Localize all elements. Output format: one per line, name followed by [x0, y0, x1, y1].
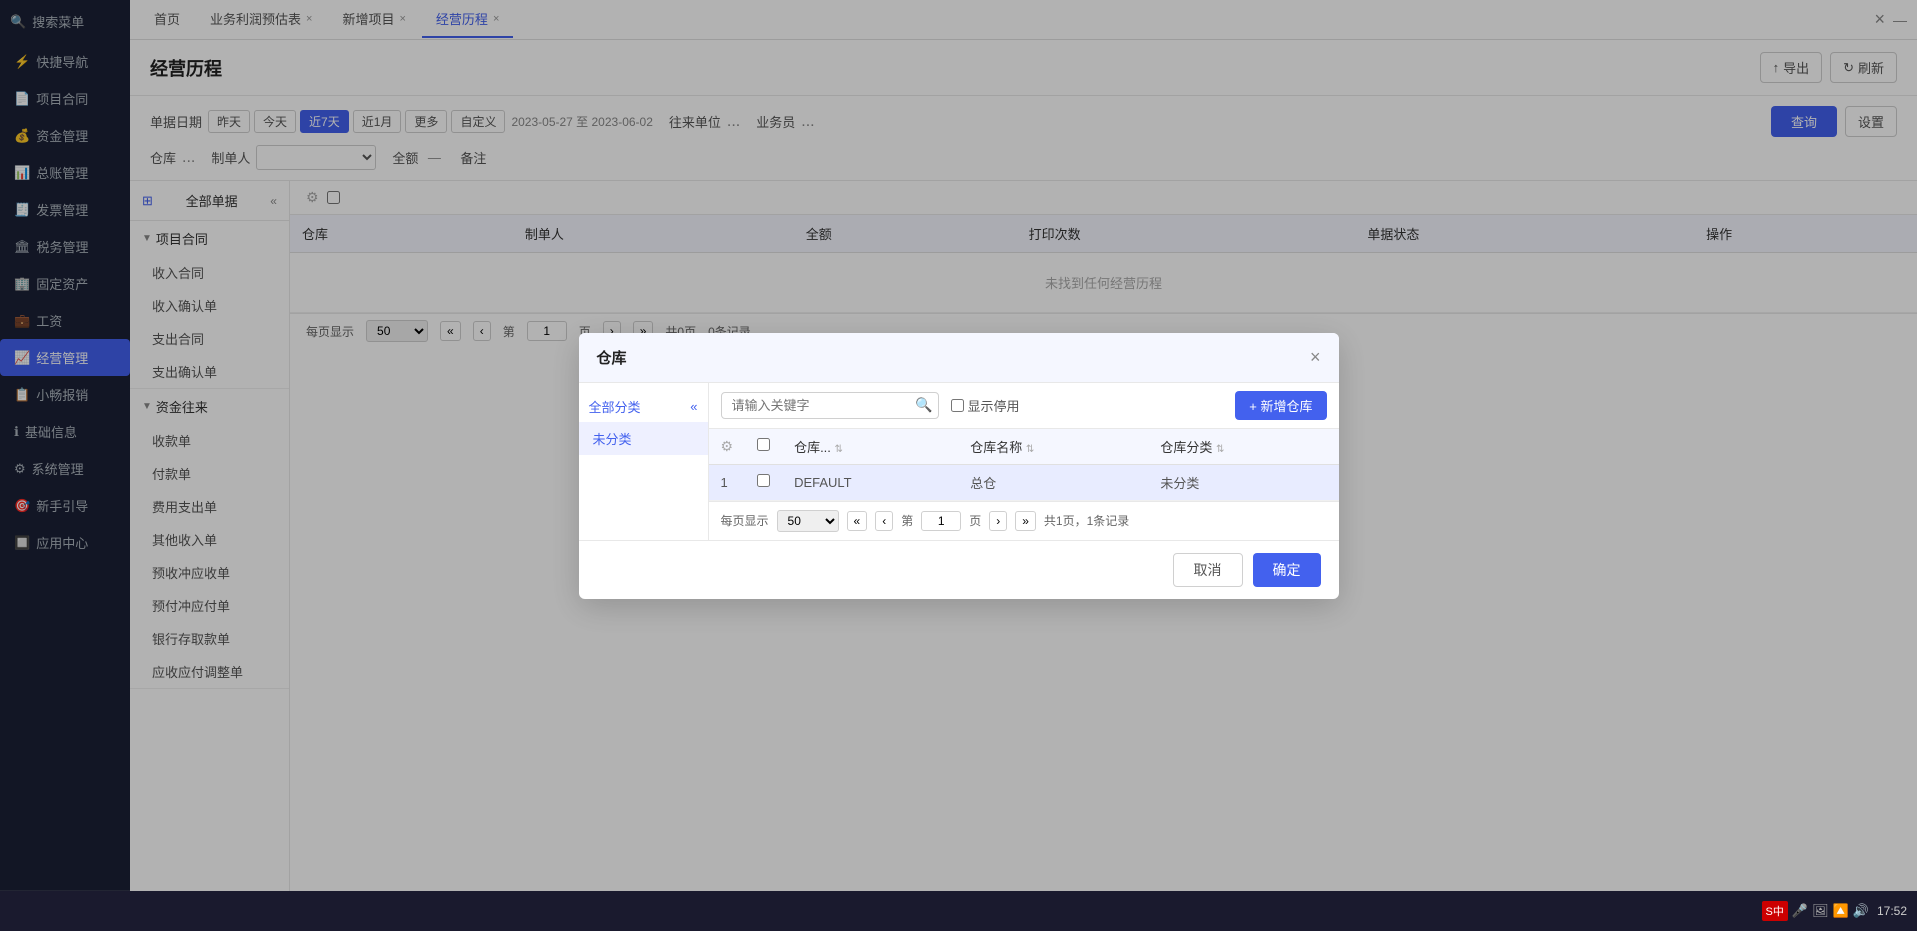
- modal-table: ⚙ 仓库... ⇅ 仓库名称: [709, 429, 1339, 501]
- modal-row-id: 1: [709, 464, 746, 500]
- modal-total-text: 共1页，1条记录: [1044, 512, 1129, 529]
- modal-show-disabled-label[interactable]: 显示停用: [951, 396, 1020, 415]
- modal-overlay: 仓库 × 全部分类 « 未分类 🔍: [0, 0, 1917, 931]
- warehouse-modal: 仓库 × 全部分类 « 未分类 🔍: [579, 333, 1339, 599]
- taskbar-img-icon[interactable]: 🖼: [1812, 903, 1829, 919]
- add-warehouse-button[interactable]: + 新增仓库: [1235, 391, 1326, 420]
- modal-last-page-btn[interactable]: »: [1015, 511, 1036, 531]
- modal-col-code: 仓库... ⇅: [782, 429, 958, 465]
- taskbar-arrow-icon[interactable]: 🔼: [1833, 903, 1849, 919]
- modal-row-code: DEFAULT: [782, 464, 958, 500]
- modal-table-header-row: ⚙ 仓库... ⇅ 仓库名称: [709, 429, 1339, 465]
- modal-table-wrap: ⚙ 仓库... ⇅ 仓库名称: [709, 429, 1339, 501]
- modal-confirm-button[interactable]: 确定: [1253, 553, 1321, 587]
- modal-title: 仓库: [597, 347, 627, 368]
- modal-sidebar: 全部分类 « 未分类: [579, 383, 709, 540]
- modal-body: 全部分类 « 未分类 🔍 显示停用 + 新增仓库: [579, 383, 1339, 540]
- modal-main: 🔍 显示停用 + 新增仓库 ⚙: [709, 383, 1339, 540]
- modal-col-checkbox: [745, 429, 782, 465]
- modal-sidebar-collapse-icon[interactable]: «: [690, 399, 697, 414]
- show-disabled-text: 显示停用: [968, 396, 1020, 415]
- modal-gear-icon[interactable]: ⚙: [721, 438, 734, 454]
- modal-pagination: 每页显示 50 « ‹ 第 页 › » 共1页，1条记录: [709, 501, 1339, 540]
- show-disabled-checkbox[interactable]: [951, 399, 964, 412]
- modal-close-button[interactable]: ×: [1310, 347, 1321, 368]
- taskbar-volume-icon[interactable]: 🔊: [1853, 903, 1869, 919]
- modal-table-row[interactable]: 1 DEFAULT 总仓 未分类: [709, 464, 1339, 500]
- modal-first-page-btn[interactable]: «: [847, 511, 868, 531]
- modal-search-input[interactable]: [721, 392, 939, 419]
- modal-page-size-label: 每页显示: [721, 512, 769, 529]
- taskbar-right: S中 🎤 🖼 🔼 🔊 17:52: [1762, 901, 1907, 921]
- sort-code-icon[interactable]: ⇅: [835, 444, 843, 455]
- taskbar-mic-icon[interactable]: 🎤: [1792, 903, 1808, 919]
- modal-row-name: 总仓: [958, 464, 1148, 500]
- modal-col-settings: ⚙: [709, 429, 746, 465]
- modal-col-category: 仓库分类 ⇅: [1148, 429, 1338, 465]
- modal-header: 仓库 ×: [579, 333, 1339, 383]
- taskbar: S中 🎤 🖼 🔼 🔊 17:52: [0, 891, 1917, 931]
- modal-cancel-button[interactable]: 取消: [1173, 553, 1243, 587]
- modal-page-num-label: 第: [901, 512, 913, 529]
- modal-page-size-select[interactable]: 50: [777, 510, 839, 532]
- modal-prev-page-btn[interactable]: ‹: [875, 511, 893, 531]
- modal-page-num-input[interactable]: [921, 511, 961, 531]
- taskbar-time: 17:52: [1877, 904, 1907, 918]
- modal-toolbar: 🔍 显示停用 + 新增仓库: [709, 383, 1339, 429]
- modal-row-checkbox[interactable]: [745, 464, 782, 500]
- sort-name-icon[interactable]: ⇅: [1026, 444, 1034, 455]
- modal-footer: 取消 确定: [579, 540, 1339, 599]
- modal-row-category: 未分类: [1148, 464, 1338, 500]
- taskbar-s-icon: S中: [1762, 901, 1788, 921]
- modal-page-suffix: 页: [969, 512, 981, 529]
- modal-sidebar-item-uncategorized[interactable]: 未分类: [579, 422, 708, 455]
- modal-next-page-btn[interactable]: ›: [989, 511, 1007, 531]
- modal-sidebar-all-text: 全部分类: [589, 397, 641, 416]
- modal-search-wrapper: 🔍: [721, 392, 941, 419]
- modal-select-all-checkbox[interactable]: [757, 438, 770, 451]
- modal-col-name: 仓库名称 ⇅: [958, 429, 1148, 465]
- sort-category-icon[interactable]: ⇅: [1216, 444, 1224, 455]
- modal-sidebar-all-label[interactable]: 全部分类 «: [579, 391, 708, 422]
